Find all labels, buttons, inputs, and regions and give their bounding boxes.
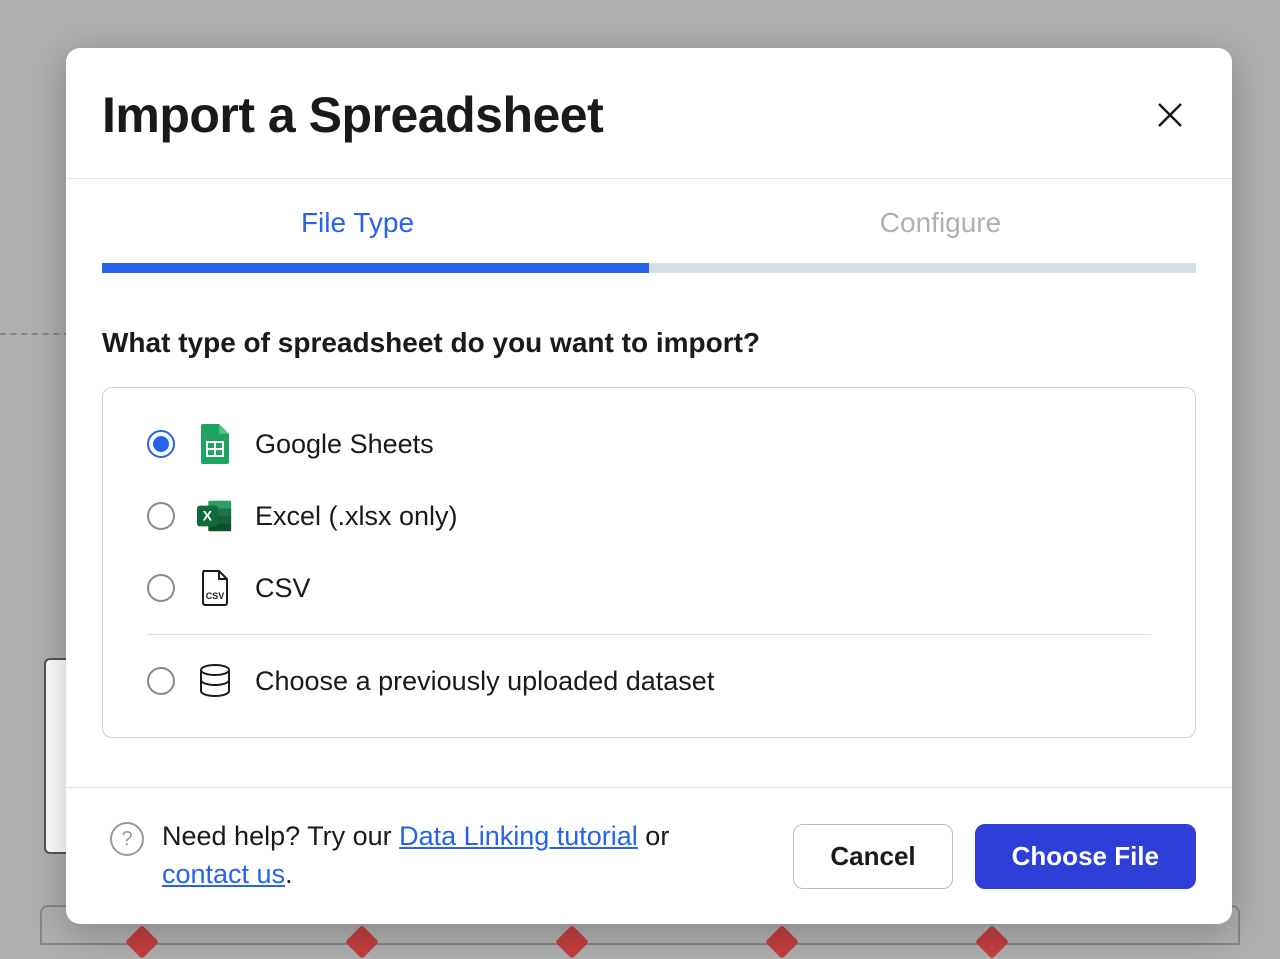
background-decoration	[0, 333, 70, 335]
option-label: CSV	[255, 573, 311, 604]
question-label: What type of spreadsheet do you want to …	[102, 327, 1196, 359]
tab-file-type[interactable]: File Type	[66, 179, 649, 263]
close-button[interactable]	[1156, 101, 1184, 129]
close-icon	[1157, 102, 1183, 128]
csv-file-icon: CSV	[197, 570, 233, 606]
modal-footer: ? Need help? Try our Data Linking tutori…	[66, 787, 1232, 924]
help-or: or	[645, 821, 669, 851]
modal-header: Import a Spreadsheet	[66, 48, 1232, 179]
database-icon	[197, 663, 233, 699]
option-google-sheets[interactable]: Google Sheets	[147, 408, 1151, 480]
progress-bar	[102, 263, 1196, 273]
option-label: Choose a previously uploaded dataset	[255, 666, 714, 697]
progress-fill	[102, 263, 649, 273]
radio-excel[interactable]	[147, 502, 175, 530]
file-type-options: Google Sheets X Excel (.xlsx only)	[102, 387, 1196, 738]
options-divider	[147, 634, 1151, 635]
svg-text:CSV: CSV	[206, 591, 225, 601]
option-previous-dataset[interactable]: Choose a previously uploaded dataset	[147, 645, 1151, 717]
help-text: Need help? Try our Data Linking tutorial…	[162, 818, 762, 894]
footer-buttons: Cancel Choose File	[793, 824, 1196, 889]
excel-icon: X	[197, 498, 233, 534]
data-linking-tutorial-link[interactable]: Data Linking tutorial	[399, 821, 638, 851]
import-spreadsheet-modal: Import a Spreadsheet File Type Configure…	[66, 48, 1232, 924]
google-sheets-icon	[197, 426, 233, 462]
help-icon: ?	[110, 822, 144, 856]
svg-text:X: X	[203, 509, 213, 525]
contact-us-link[interactable]: contact us	[162, 859, 285, 889]
option-label: Excel (.xlsx only)	[255, 501, 458, 532]
option-label: Google Sheets	[255, 429, 434, 460]
step-tabs: File Type Configure	[66, 179, 1232, 263]
tab-configure[interactable]: Configure	[649, 179, 1232, 263]
cancel-button[interactable]: Cancel	[793, 824, 952, 889]
modal-body: What type of spreadsheet do you want to …	[66, 273, 1232, 787]
help-block: ? Need help? Try our Data Linking tutori…	[110, 818, 762, 894]
help-prefix: Need help? Try our	[162, 821, 399, 851]
radio-csv[interactable]	[147, 574, 175, 602]
choose-file-button[interactable]: Choose File	[975, 824, 1196, 889]
option-csv[interactable]: CSV CSV	[147, 552, 1151, 624]
radio-previous-dataset[interactable]	[147, 667, 175, 695]
modal-title: Import a Spreadsheet	[102, 86, 603, 144]
help-suffix: .	[285, 859, 293, 889]
radio-google-sheets[interactable]	[147, 430, 175, 458]
option-excel[interactable]: X Excel (.xlsx only)	[147, 480, 1151, 552]
